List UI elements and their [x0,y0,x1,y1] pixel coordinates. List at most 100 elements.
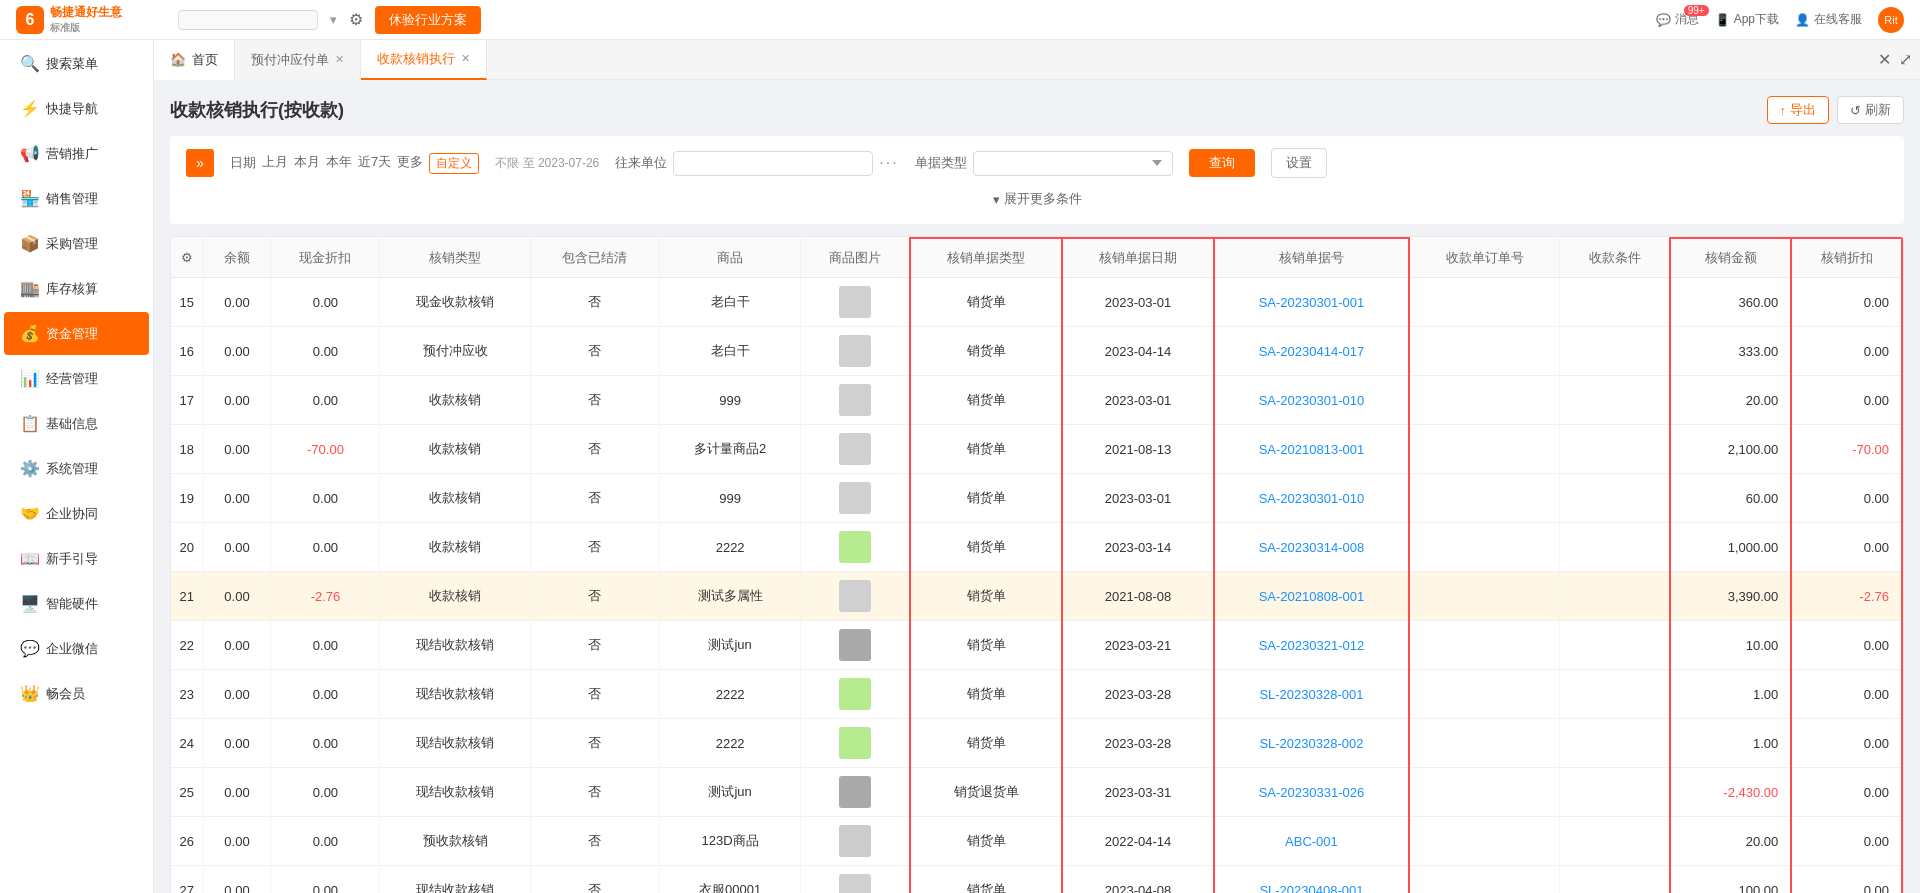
cell-receipt-condition [1560,572,1670,621]
system-icon: ⚙️ [20,459,38,478]
cell-writeoff-doc-date: 2021-08-08 [1062,572,1214,621]
cell-writeoff-doc-type: 销货退货单 [910,768,1062,817]
sidebar: 🔍 搜索菜单 ⚡ 快捷导航 📢 营销推广 🏪 销售管理 📦 采购管理 🏬 库存核… [0,40,154,893]
brand-sub: 标准版 [50,21,122,35]
sidebar-item-enterprise[interactable]: 🤝 企业协同 [4,492,149,535]
filter-bar: » 日期 上月 本月 本年 近7天 更多 自定义 [170,136,1904,224]
cell-writeoff-doc-num: SA-20230331-026 [1214,768,1409,817]
cell-writeoff-type: 收款核销 [380,474,530,523]
sidebar-item-basic[interactable]: 📋 基础信息 [4,402,149,445]
industry-btn[interactable]: 休验行业方案 [375,6,481,34]
writeoff-doc-num-link[interactable]: SA-20230321-012 [1259,638,1365,653]
user-avatar[interactable]: Rit [1878,7,1904,33]
cell-receipt-order-num [1409,425,1560,474]
writeoff-doc-num-link[interactable]: SA-20210813-001 [1259,442,1365,457]
cell-product: 123D商品 [660,817,801,866]
cell-include-settled: 否 [530,866,660,894]
writeoff-doc-num-link[interactable]: SL-20230328-002 [1259,736,1363,751]
writeoff-doc-num-link[interactable]: SA-20230314-008 [1259,540,1365,555]
th-settings[interactable]: ⚙ [171,238,203,278]
cell-receipt-condition [1560,768,1670,817]
tab-prepay-close[interactable]: ✕ [335,53,344,66]
sidebar-item-purchase[interactable]: 📦 采购管理 [4,222,149,265]
cell-writeoff-doc-type: 销货单 [910,376,1062,425]
dropdown-arrow-icon[interactable]: ▾ [330,12,337,27]
date-this-year[interactable]: 本年 [326,153,352,174]
cell-writeoff-doc-date: 2023-03-01 [1062,474,1214,523]
cell-writeoff-doc-date: 2023-04-14 [1062,327,1214,376]
date-custom[interactable]: 自定义 [429,153,479,174]
sidebar-item-search[interactable]: 🔍 搜索菜单 [4,42,149,85]
filter-toggle-btn[interactable]: » [186,149,214,177]
th-writeoff-doc-num: 核销单据号 [1214,238,1409,278]
tab-writeoff[interactable]: 收款核销执行 ✕ [361,40,487,80]
writeoff-doc-num-link[interactable]: SA-20230301-001 [1259,295,1365,310]
app-download-btn[interactable]: 📱 App下载 [1715,11,1779,28]
tab-prepay-label: 预付冲应付单 [251,51,329,69]
tab-prepay[interactable]: 预付冲应付单 ✕ [235,40,361,80]
company-input[interactable] [178,10,318,30]
writeoff-doc-num-link[interactable]: SA-20230331-026 [1259,785,1365,800]
date-this-month[interactable]: 本月 [294,153,320,174]
writeoff-doc-num-link[interactable]: SA-20230301-010 [1259,393,1365,408]
cell-value: 0.00 [271,474,380,523]
cell-value: 0.00 [203,278,271,327]
cell-writeoff-doc-type: 销货单 [910,425,1062,474]
partner-input[interactable] [673,151,873,176]
sidebar-item-quicknav[interactable]: ⚡ 快捷导航 [4,87,149,130]
writeoff-doc-num-link[interactable]: SA-20210808-001 [1259,589,1365,604]
writeoff-doc-num-link[interactable]: SA-20230414-017 [1259,344,1365,359]
tab-expand-btn[interactable]: ⤢ [1899,50,1912,69]
sidebar-item-system[interactable]: ⚙️ 系统管理 [4,447,149,490]
table-row: 17 0.00 0.00 收款核销 否 999 销货单 2023-03-01 S… [171,376,1902,425]
sidebar-label-quicknav: 快捷导航 [46,100,98,118]
tab-home[interactable]: 🏠 首页 [154,40,235,80]
filter-row: » 日期 上月 本月 本年 近7天 更多 自定义 [186,148,1888,178]
sidebar-item-marketing[interactable]: 📢 营销推广 [4,132,149,175]
refresh-btn[interactable]: ↺ 刷新 [1837,96,1904,124]
cell-receipt-order-num [1409,719,1560,768]
tab-close-btn[interactable]: ✕ [1878,50,1891,69]
cell-writeoff-discount: 0.00 [1791,327,1902,376]
cell-receipt-condition [1560,719,1670,768]
writeoff-doc-num-link[interactable]: SL-20230408-001 [1259,883,1363,894]
tab-writeoff-close[interactable]: ✕ [461,52,470,65]
date-7days[interactable]: 近7天 [358,153,391,174]
sidebar-item-hardware[interactable]: 🖥️ 智能硬件 [4,582,149,625]
export-btn[interactable]: ↑ 导出 [1767,96,1830,124]
sidebar-item-sales[interactable]: 🏪 销售管理 [4,177,149,220]
message-btn[interactable]: 💬 消息 99+ [1656,11,1699,28]
sidebar-label-sales: 销售管理 [46,190,98,208]
cell-row-num: 21 [171,572,203,621]
sidebar-item-member[interactable]: 👑 畅会员 [4,672,149,715]
cell-product: 老白干 [660,327,801,376]
cell-writeoff-amount: 1.00 [1670,670,1792,719]
cell-writeoff-amount: 20.00 [1670,376,1792,425]
sidebar-item-guide[interactable]: 📖 新手引导 [4,537,149,580]
writeoff-doc-num-link[interactable]: SL-20230328-001 [1259,687,1363,702]
cell-writeoff-doc-type: 销货单 [910,621,1062,670]
sidebar-item-inventory[interactable]: 🏬 库存核算 [4,267,149,310]
sidebar-item-operations[interactable]: 📊 经营管理 [4,357,149,400]
cell-include-settled: 否 [530,621,660,670]
cell-product: 老白干 [660,278,801,327]
cell-include-settled: 否 [530,376,660,425]
writeoff-doc-num-link[interactable]: SA-20230301-010 [1259,491,1365,506]
cell-value: 0.00 [271,719,380,768]
cell-value: 0.00 [203,425,271,474]
setting-btn[interactable]: 设置 [1271,148,1327,178]
gear-icon[interactable]: ⚙ [349,10,363,29]
finance-icon: 💰 [20,324,38,343]
expand-conditions-btn[interactable]: ▾ 展开更多条件 [981,186,1094,212]
sidebar-item-wechat[interactable]: 💬 企业微信 [4,627,149,670]
date-prev-month[interactable]: 上月 [262,153,288,174]
query-btn[interactable]: 查询 [1189,149,1255,177]
cell-include-settled: 否 [530,817,660,866]
writeoff-doc-num-link[interactable]: ABC-001 [1285,834,1338,849]
sidebar-item-finance[interactable]: 💰 资金管理 [4,312,149,355]
cell-writeoff-doc-type: 销货单 [910,278,1062,327]
doctype-select[interactable] [973,151,1173,176]
online-service-btn[interactable]: 👤 在线客服 [1795,11,1862,28]
sidebar-label-operations: 经营管理 [46,370,98,388]
date-more[interactable]: 更多 [397,153,423,174]
